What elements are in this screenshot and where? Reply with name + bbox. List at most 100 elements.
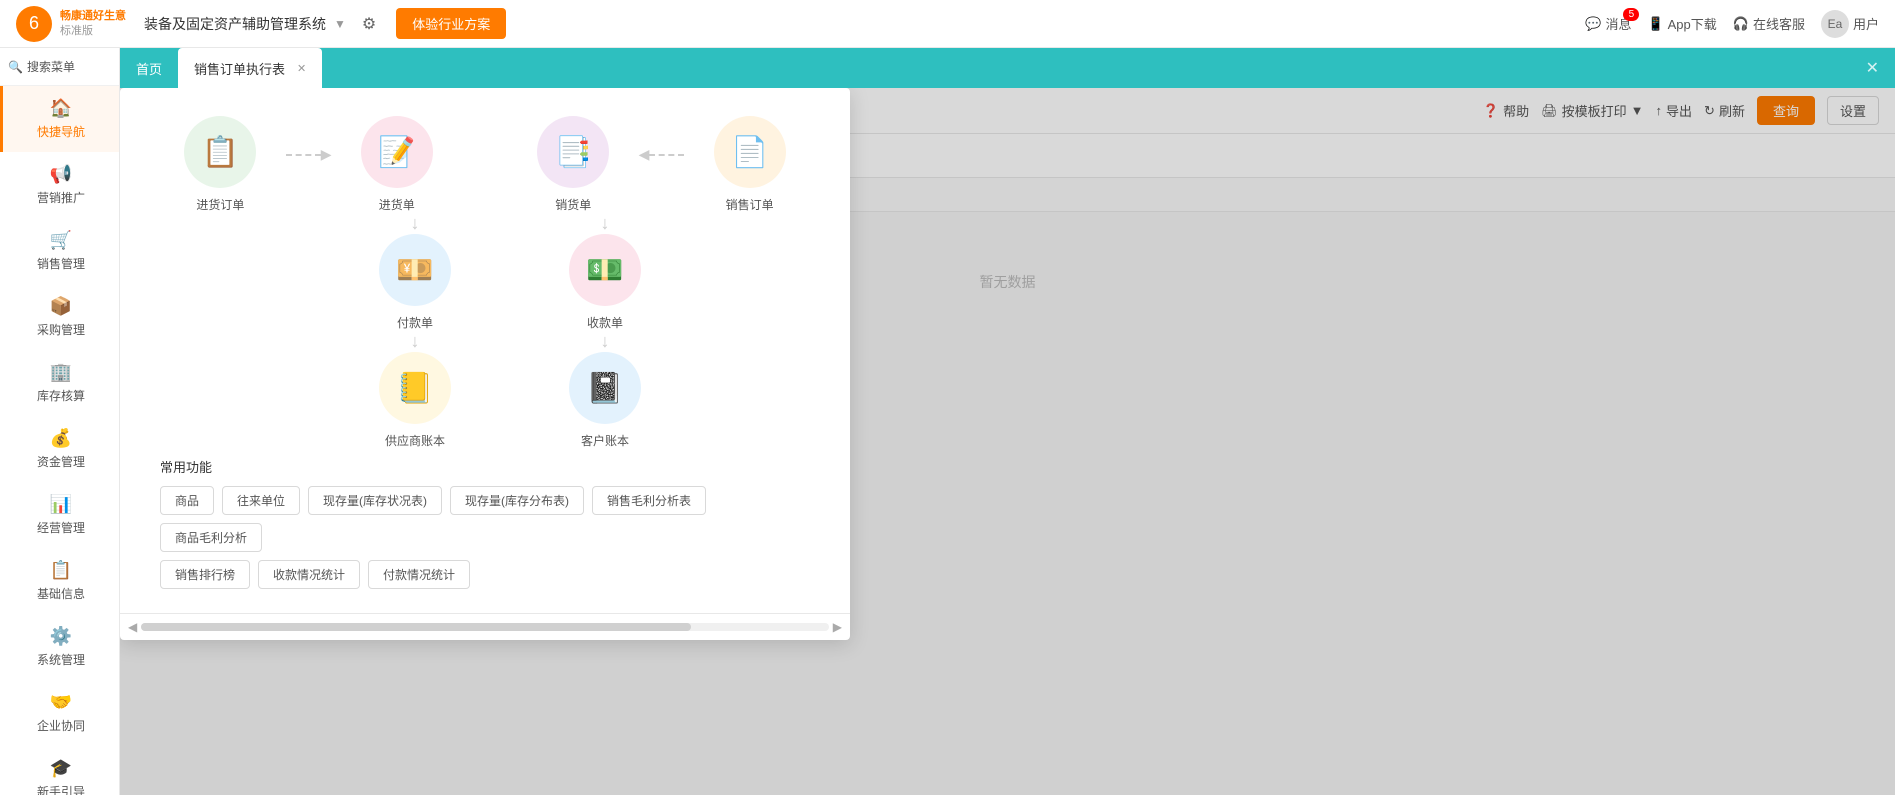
sidebar-item-quick-guide[interactable]: 🏠 快捷导航 xyxy=(0,86,119,152)
sidebar-item-system[interactable]: ⚙️ 系统管理 xyxy=(0,614,119,680)
cf-btn-product[interactable]: 商品 xyxy=(160,486,214,515)
flow-node-supplier-ledger[interactable]: 📒 供应商账本 xyxy=(350,352,480,449)
sales-icon: 🛒 xyxy=(50,230,72,251)
cf-btn-inventory-status[interactable]: 现存量(库存状况表) xyxy=(308,486,442,515)
arrow-down-purchase: ↓ xyxy=(350,213,480,234)
message-btn[interactable]: 💬 5 消息 xyxy=(1585,14,1631,33)
search-icon: 🔍 xyxy=(8,60,23,74)
sidebar-item-inventory[interactable]: 🏢 库存核算 xyxy=(0,350,119,416)
purchase-order-label: 进货订单 xyxy=(196,196,244,213)
supplier-ledger-label: 供应商账本 xyxy=(385,432,445,449)
app-download-btn[interactable]: 📱 App下载 xyxy=(1647,14,1716,33)
newbie-icon: 🎓 xyxy=(50,758,72,779)
flow-node-sales-order[interactable]: 📄 销售订单 xyxy=(689,116,810,213)
common-functions: 常用功能 商品 往来单位 现存量(库存状况表) 现存量(库存分布表) 销售毛利分… xyxy=(120,457,850,613)
customer-ledger-label: 客户账本 xyxy=(581,432,629,449)
scroll-left-btn[interactable]: ◀ xyxy=(128,620,137,634)
tab-sales-order[interactable]: 销售订单执行表 ✕ xyxy=(178,48,322,88)
supplier-ledger-icon: 📒 xyxy=(396,371,433,406)
purchase-bill-icon: 📝 xyxy=(378,135,415,170)
popup-scrollbar: ◀ ▶ xyxy=(120,613,850,640)
sidebar-item-label: 基础信息 xyxy=(37,585,85,602)
sidebar-item-purchase[interactable]: 📦 采购管理 xyxy=(0,284,119,350)
arrow-down-paymentin: ↓ xyxy=(540,331,670,352)
system-icon: ⚙️ xyxy=(50,626,72,647)
sidebar-item-newbie[interactable]: 🎓 新手引导 xyxy=(0,746,119,795)
sidebar-item-label: 新手引导 xyxy=(37,783,85,795)
experience-btn[interactable]: 体验行业方案 xyxy=(396,8,506,39)
cf-buttons-row1: 商品 往来单位 现存量(库存状况表) 现存量(库存分布表) 销售毛利分析表 商品… xyxy=(160,486,810,552)
sidebar-item-sales[interactable]: 🛒 销售管理 xyxy=(0,218,119,284)
scroll-track[interactable] xyxy=(141,623,829,631)
flow-node-customer-ledger[interactable]: 📓 客户账本 xyxy=(540,352,670,449)
marketing-icon: 📢 xyxy=(50,164,72,185)
sidebar-item-operations[interactable]: 📊 经营管理 xyxy=(0,482,119,548)
cf-btn-partner[interactable]: 往来单位 xyxy=(222,486,300,515)
scroll-thumb xyxy=(141,623,691,631)
online-service-label: 在线客服 xyxy=(1753,14,1805,33)
payment-out-icon: 💴 xyxy=(396,253,433,288)
flow-section: 📋 进货订单 ▶ xyxy=(120,88,850,457)
flow-row-1: 📋 进货订单 ▶ xyxy=(160,116,810,213)
tab-home[interactable]: 首页 xyxy=(120,48,178,88)
flow-node-purchase-order[interactable]: 📋 进货订单 xyxy=(160,116,281,213)
page-content: ❓ 帮助 🖨 按模板打印 ▼ ↑ 导出 ↻ 刷新 查询 设置 xyxy=(120,88,1895,795)
cf-btn-sales-ranking[interactable]: 销售排行榜 xyxy=(160,560,250,589)
cf-btn-receipt-stats[interactable]: 收款情况统计 xyxy=(258,560,360,589)
sidebar-item-label: 经营管理 xyxy=(37,519,85,536)
sales-order-icon: 📄 xyxy=(731,135,768,170)
sidebar-item-label: 采购管理 xyxy=(37,321,85,338)
sales-bill-icon: 📑 xyxy=(555,135,592,170)
flow-row-2: ↓ ↓ xyxy=(160,213,810,234)
sidebar-item-label: 企业协同 xyxy=(37,717,85,734)
avatar: Ea xyxy=(1821,10,1849,38)
sidebar-item-label: 营销推广 xyxy=(37,189,85,206)
purchase-bill-circle: 📝 xyxy=(361,116,433,188)
sidebar-item-label: 系统管理 xyxy=(37,651,85,668)
settings-icon[interactable]: ⚙ xyxy=(362,14,376,34)
cf-btn-sales-profit[interactable]: 销售毛利分析表 xyxy=(592,486,706,515)
arrow-down-paymentout: ↓ xyxy=(350,331,480,352)
flow-node-payment-out[interactable]: 💴 付款单 xyxy=(350,234,480,331)
system-dropdown-icon[interactable]: ▼ xyxy=(334,17,346,31)
sidebar-item-marketing[interactable]: 📢 营销推广 xyxy=(0,152,119,218)
sidebar-search-label: 搜索菜单 xyxy=(27,58,75,75)
sidebar-search[interactable]: 🔍 搜索菜单 xyxy=(0,48,119,86)
flow-node-sales-bill[interactable]: 📑 销货单 xyxy=(513,116,634,213)
purchase-bill-label: 进货单 xyxy=(379,196,415,213)
finance-icon: 💰 xyxy=(50,428,72,449)
cf-btn-product-profit[interactable]: 商品毛利分析 xyxy=(160,523,262,552)
flow-row-5: 📒 供应商账本 📓 客户账本 xyxy=(160,352,810,449)
phone-icon: 📱 xyxy=(1647,16,1663,32)
supplier-ledger-circle: 📒 xyxy=(379,352,451,424)
logo-icon: 6 xyxy=(16,6,52,42)
scroll-right-btn[interactable]: ▶ xyxy=(833,620,842,634)
system-title-text: 装备及固定资产辅助管理系统 xyxy=(144,14,326,34)
flow-node-purchase-bill[interactable]: 📝 进货单 xyxy=(336,116,457,213)
sidebar-item-finance[interactable]: 💰 资金管理 xyxy=(0,416,119,482)
tab-close-icon[interactable]: ✕ xyxy=(297,62,306,75)
sales-bill-circle: 📑 xyxy=(537,116,609,188)
cf-buttons-row2: 销售排行榜 收款情况统计 付款情况统计 xyxy=(160,560,810,589)
arrow-1: ▶ xyxy=(281,146,337,183)
sales-bill-label: 销货单 xyxy=(555,196,591,213)
close-all-tabs-btn[interactable]: ✕ xyxy=(1866,58,1879,78)
payment-in-circle: 💵 xyxy=(569,234,641,306)
flow-node-payment-in[interactable]: 💵 收款单 xyxy=(540,234,670,331)
popup-panel: 📋 进货订单 ▶ xyxy=(120,88,850,640)
payment-out-label: 付款单 xyxy=(397,314,433,331)
info-icon: 📋 xyxy=(50,560,72,581)
home-tab-label: 首页 xyxy=(136,59,162,78)
message-badge: 5 xyxy=(1623,8,1639,21)
sidebar-item-basic-info[interactable]: 📋 基础信息 xyxy=(0,548,119,614)
app-download-label: App下载 xyxy=(1668,14,1717,33)
user-area[interactable]: Ea 用户 xyxy=(1821,10,1879,38)
cf-btn-inventory-distribution[interactable]: 现存量(库存分布表) xyxy=(450,486,584,515)
sidebar: 🔍 搜索菜单 🏠 快捷导航 📢 营销推广 🛒 销售管理 📦 采购管理 🏢 库存核… xyxy=(0,48,120,795)
overlay: 📋 进货订单 ▶ xyxy=(120,88,1895,795)
sidebar-item-enterprise[interactable]: 🤝 企业协同 xyxy=(0,680,119,746)
ops-icon: 📊 xyxy=(50,494,72,515)
cf-btn-payment-stats[interactable]: 付款情况统计 xyxy=(368,560,470,589)
home-icon: 🏠 xyxy=(50,98,72,119)
online-service-btn[interactable]: 🎧 在线客服 xyxy=(1733,14,1805,33)
